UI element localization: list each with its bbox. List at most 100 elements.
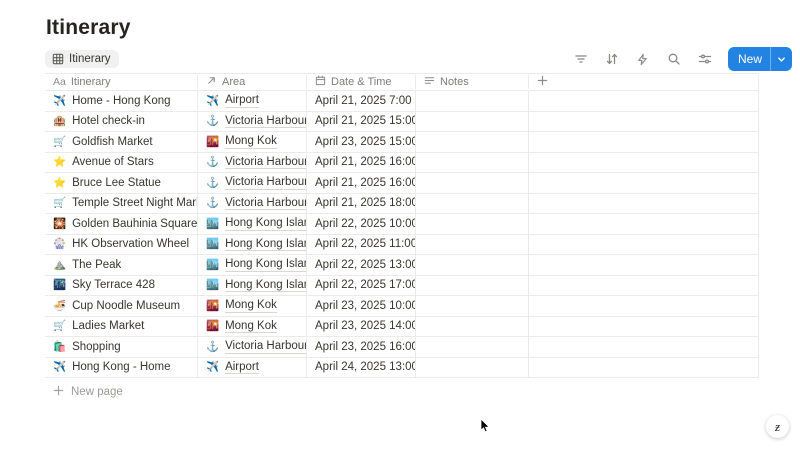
area-relation-chip[interactable]: ⚓ Victoria Harbour [206,176,306,190]
row-notes-cell[interactable] [415,234,528,254]
row-area-cell[interactable]: ✈️ Airport [197,357,306,377]
area-relation-chip[interactable]: ✈️ Airport [206,94,259,108]
table-row: ✈️ Hong Kong - Home ✈️ Airport April 24,… [45,357,759,378]
new-button[interactable]: New [727,47,792,71]
row-date-cell[interactable]: April 21, 2025 16:00 [306,152,415,172]
row-area-cell[interactable]: ⚓ Victoria Harbour [197,337,306,357]
row-title-cell[interactable]: ⭐ Bruce Lee Statue [45,173,197,193]
row-date-cell[interactable]: April 22, 2025 17:00 [306,275,415,295]
row-page-emoji-icon: ✈️ [53,94,67,107]
row-title-cell[interactable]: ✈️ Hong Kong - Home [45,358,197,378]
new-dropdown-chevron-icon[interactable] [770,47,792,71]
row-notes-cell[interactable] [415,111,528,131]
add-column-button[interactable] [528,75,759,89]
row-notes-cell[interactable] [415,132,528,152]
area-relation-chip[interactable]: 🏙️ Hong Kong Island [206,258,306,272]
row-area-cell[interactable]: ⚓ Victoria Harbour [197,173,306,193]
view-tab-itinerary[interactable]: Itinerary [45,50,119,68]
area-relation-chip[interactable]: 🌇 Mong Kok [206,135,277,149]
row-date-cell[interactable]: April 22, 2025 13:00 [306,255,415,275]
corner-badge[interactable]: ƶ [766,415,789,438]
row-page-emoji-icon: ✈️ [53,361,67,373]
row-notes-cell[interactable] [415,337,528,357]
row-date-cell[interactable]: April 24, 2025 13:00 [306,357,415,377]
area-relation-chip[interactable]: ⚓ Victoria Harbour [206,197,306,210]
page-title[interactable]: Itinerary [46,16,131,40]
row-title-cell[interactable]: 🛒 Ladies Market [45,317,197,337]
column-header-itinerary[interactable]: Aa Itinerary [45,76,197,88]
row-title-cell[interactable]: ✈️ Home - Hong Kong [45,91,197,111]
column-header-date-time[interactable]: Date & Time [306,75,415,89]
row-area-cell[interactable]: 🌇 Mong Kok [197,132,306,152]
row-extra-cell [528,193,759,213]
row-date-cell[interactable]: April 21, 2025 18:00 [306,193,415,213]
row-notes-cell[interactable] [415,357,528,377]
row-date-cell[interactable]: April 23, 2025 10:00 [306,296,415,316]
row-title-cell[interactable]: 🎡 HK Observation Wheel [45,235,197,255]
row-notes-cell[interactable] [415,214,528,234]
row-title-cell[interactable]: 🌃 Sky Terrace 428 [45,276,197,296]
row-title-cell[interactable]: 🍜 Cup Noodle Museum [45,296,197,316]
area-relation-chip[interactable]: 🏙️ Hong Kong Island [206,279,306,292]
row-notes-cell[interactable] [415,255,528,275]
row-notes-cell[interactable] [415,275,528,295]
row-notes-cell[interactable] [415,193,528,213]
row-date-cell[interactable]: April 23, 2025 16:00 [306,337,415,357]
row-date-cell[interactable]: April 23, 2025 15:00 [306,132,415,152]
row-area-cell[interactable]: ⚓ Victoria Harbour [197,193,306,213]
row-area-cell[interactable]: 🏙️ Hong Kong Island [197,214,306,234]
row-notes-cell[interactable] [415,91,528,111]
row-notes-cell[interactable] [415,152,528,172]
row-date-cell[interactable]: April 21, 2025 16:00 [306,173,415,193]
area-relation-chip[interactable]: ⚓ Victoria Harbour [206,114,306,128]
row-extra-cell [528,91,759,111]
table-row: 🛒 Ladies Market 🌇 Mong Kok April 23, 202… [45,316,759,337]
area-relation-chip[interactable]: ✈️ Airport [206,361,259,374]
row-title-cell[interactable]: 🎇 Golden Bauhinia Square [45,214,197,234]
date-value: April 22, 2025 17:00 [315,279,415,292]
row-area-cell[interactable]: 🏙️ Hong Kong Island [197,275,306,295]
sort-icon[interactable] [601,48,623,70]
row-date-cell[interactable]: April 21, 2025 15:00 [306,111,415,131]
area-emoji-icon: ⚓ [206,197,220,209]
row-extra-cell [528,111,759,131]
row-notes-cell[interactable] [415,173,528,193]
row-area-cell[interactable]: 🏙️ Hong Kong Island [197,234,306,254]
view-settings-icon[interactable] [694,48,716,70]
filter-icon[interactable] [570,48,592,70]
row-notes-cell[interactable] [415,316,528,336]
row-date-cell[interactable]: April 23, 2025 14:00 [306,316,415,336]
row-title-cell[interactable]: 🛒 Temple Street Night Market [45,194,197,214]
row-area-cell[interactable]: ⚓ Victoria Harbour [197,111,306,131]
table-row: 🌃 Sky Terrace 428 🏙️ Hong Kong Island Ap… [45,275,759,296]
row-area-cell[interactable]: 🏙️ Hong Kong Island [197,255,306,275]
row-area-cell[interactable]: ⚓ Victoria Harbour [197,152,306,172]
row-date-cell[interactable]: April 21, 2025 7:00 [306,91,415,111]
area-relation-chip[interactable]: 🌇 Mong Kok [206,299,277,313]
automation-icon[interactable] [632,48,654,70]
row-title-cell[interactable]: 🛍️ Shopping [45,337,197,357]
column-header-notes[interactable]: Notes [415,75,528,89]
area-label: Airport [225,94,259,108]
area-relation-chip[interactable]: 🏙️ Hong Kong Island [206,238,306,251]
row-date-cell[interactable]: April 22, 2025 10:00 [306,214,415,234]
area-emoji-icon: 🌇 [206,299,220,312]
row-notes-cell[interactable] [415,296,528,316]
row-area-cell[interactable]: 🌇 Mong Kok [197,296,306,316]
row-date-cell[interactable]: April 22, 2025 11:00 [306,234,415,254]
area-label: Victoria Harbour [225,114,306,128]
area-relation-chip[interactable]: ⚓ Victoria Harbour [206,340,306,354]
row-area-cell[interactable]: 🌇 Mong Kok [197,316,306,336]
row-area-cell[interactable]: ✈️ Airport [197,91,306,111]
table-header-row: Aa Itinerary Area Date & Time Notes [45,73,759,91]
row-title-cell[interactable]: ⛰️ The Peak [45,255,197,275]
row-title-cell[interactable]: 🏨 Hotel check-in [45,112,197,132]
area-relation-chip[interactable]: ⚓ Victoria Harbour [206,156,306,169]
area-relation-chip[interactable]: 🏙️ Hong Kong Island [206,217,306,231]
row-title-cell[interactable]: 🛒 Goldfish Market [45,132,197,152]
area-relation-chip[interactable]: 🌇 Mong Kok [206,320,277,333]
search-icon[interactable] [663,48,685,70]
column-header-area[interactable]: Area [197,75,306,89]
new-page-button[interactable]: New page [45,381,759,403]
row-title-cell[interactable]: ⭐ Avenue of Stars [45,153,197,173]
